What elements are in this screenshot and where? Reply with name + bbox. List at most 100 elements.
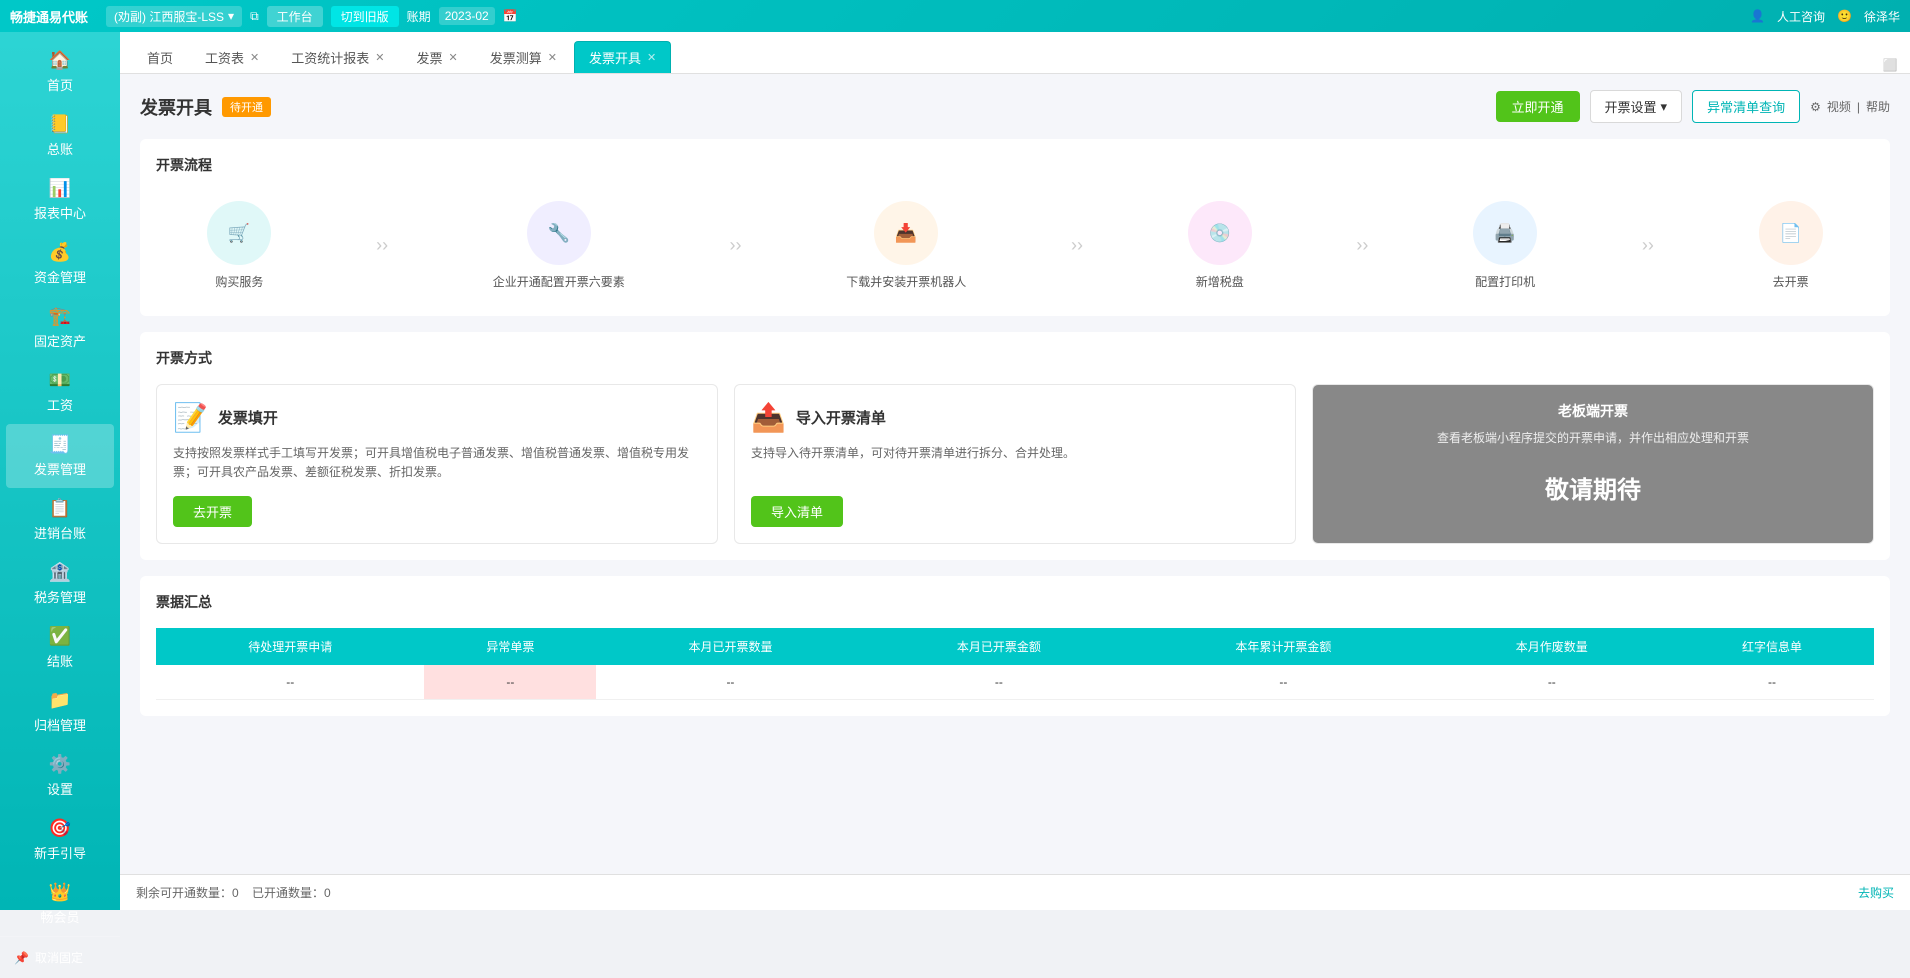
flow-arrow-3: ›› xyxy=(1071,235,1083,256)
tab-home[interactable]: 首页 xyxy=(132,41,188,73)
sidebar-label-invoice: 发票管理 xyxy=(34,459,86,478)
tab-invoice-tool[interactable]: 发票开具 ✕ xyxy=(574,41,671,73)
col-pending: 待处理开票申请 xyxy=(156,628,424,665)
cell-yearly-amount: -- xyxy=(1133,665,1434,700)
help-separator: | xyxy=(1857,100,1860,114)
tab-invoice-calc[interactable]: 发票测算 ✕ xyxy=(475,41,572,73)
sidebar-label-purchase: 进销台账 xyxy=(34,523,86,542)
company-selector[interactable]: (劝副) 江西服宝-LSS ▾ xyxy=(106,6,242,27)
sidebar-label-archive: 归档管理 xyxy=(34,715,86,734)
company-dropdown-icon: ▾ xyxy=(228,9,234,23)
tab-invoice-close[interactable]: ✕ xyxy=(449,51,458,64)
sidebar-item-reconcile[interactable]: ✅ 结账 xyxy=(6,616,114,680)
flow-step-download[interactable]: 📥 下载并安装开票机器人 xyxy=(846,201,966,290)
sidebar-label-tax: 税务管理 xyxy=(34,587,86,606)
summary-table: 待处理开票申请 异常单票 本月已开票数量 本月已开票金额 本年累计开票金额 本月… xyxy=(156,628,1874,700)
sidebar-item-purchase[interactable]: 📋 进销台账 xyxy=(6,488,114,552)
window-minimize-button[interactable]: — xyxy=(1860,57,1876,73)
video-help-label[interactable]: 视频 xyxy=(1827,98,1851,115)
sidebar: 🏠 首页 📒 总账 📊 报表中心 💰 资金管理 🏗️ 固定资产 💵 工资 🧾 发… xyxy=(0,32,120,910)
sidebar-item-home[interactable]: 🏠 首页 xyxy=(6,40,114,104)
flow-step-printer[interactable]: 🖨️ 配置打印机 xyxy=(1473,201,1537,290)
sidebar-item-member[interactable]: 👑 畅会员 xyxy=(6,872,114,936)
open-settings-button[interactable]: 开票设置 ▾ xyxy=(1590,90,1683,123)
pin-icon: 📌 xyxy=(14,951,29,965)
flow-arrow-1: ›› xyxy=(376,235,388,256)
sidebar-label-reconcile: 结账 xyxy=(47,651,73,670)
flow-step-config[interactable]: 🔧 企业开通配置开票六要素 xyxy=(493,201,625,290)
pin-label: 取消固定 xyxy=(35,949,83,966)
config-icon: 🔧 xyxy=(527,201,591,265)
tab-salary[interactable]: 工资表 ✕ xyxy=(190,41,274,73)
manual-card-header: 📝 发票填开 xyxy=(173,401,701,434)
sidebar-label-ledger: 总账 xyxy=(47,139,73,158)
old-terminal-desc: 查看老板端小程序提交的开票申请，并作出相应处理和开票 xyxy=(1437,429,1749,448)
cell-monthly-amount: -- xyxy=(865,665,1133,700)
abnormal-query-button[interactable]: 异常清单查询 xyxy=(1692,90,1800,123)
goto-buy-link[interactable]: 去购买 xyxy=(1858,884,1894,901)
main-content-area: 首页 工资表 ✕ 工资统计报表 ✕ 发票 ✕ 发票测算 ✕ 发票开具 ✕ xyxy=(120,32,1910,910)
import-card-desc: 支持导入待开票清单，可对待开票清单进行拆分、合并处理。 xyxy=(751,444,1279,484)
tab-invoice[interactable]: 发票 ✕ xyxy=(401,41,472,73)
sidebar-item-funds[interactable]: 💰 资金管理 xyxy=(6,232,114,296)
tab-bar: 首页 工资表 ✕ 工资统计报表 ✕ 发票 ✕ 发票测算 ✕ 发票开具 ✕ xyxy=(120,32,1910,74)
cell-abnormal: -- xyxy=(424,665,596,700)
sidebar-item-reports[interactable]: 📊 报表中心 xyxy=(6,168,114,232)
open-settings-label: 开票设置 xyxy=(1605,97,1657,116)
purchase-icon: 📋 xyxy=(49,498,71,519)
user-service-label[interactable]: 人工咨询 xyxy=(1777,8,1825,25)
flow-step-issue[interactable]: 📄 去开票 xyxy=(1759,201,1823,290)
import-card-icon: 📤 xyxy=(751,401,786,434)
col-monthly-count: 本月已开票数量 xyxy=(596,628,864,665)
summary-title: 票据汇总 xyxy=(156,592,1874,612)
tab-invoice-calc-close[interactable]: ✕ xyxy=(548,51,557,64)
workspace-button[interactable]: 工作台 xyxy=(267,6,323,27)
pin-toggle[interactable]: 📌 取消固定 xyxy=(0,945,120,970)
cell-void-count: -- xyxy=(1434,665,1670,700)
flow-steps: 🛒 购买服务 ›› 🔧 企业开通配置开票六要素 xyxy=(156,191,1874,300)
sidebar-label-reports: 报表中心 xyxy=(34,203,86,222)
period-value[interactable]: 2023-02 xyxy=(439,7,495,25)
invoice-icon: 🧾 xyxy=(49,434,71,455)
calendar-icon[interactable]: 📅 xyxy=(503,9,518,23)
switch-old-button[interactable]: 切到旧版 xyxy=(331,6,399,27)
flow-step-taxdisk[interactable]: 💿 新增税盘 xyxy=(1188,201,1252,290)
tab-salary-label: 工资表 xyxy=(205,48,244,67)
window-maximize-button[interactable]: ⬜ xyxy=(1882,57,1898,73)
sidebar-item-invoice[interactable]: 🧾 发票管理 xyxy=(6,424,114,488)
sidebar-item-tax[interactable]: 🏦 税务管理 xyxy=(6,552,114,616)
tab-salary-report-label: 工资统计报表 xyxy=(291,48,369,67)
flow-step-buy[interactable]: 🛒 购买服务 xyxy=(207,201,271,290)
tab-salary-close[interactable]: ✕ xyxy=(250,51,259,64)
tab-salary-report[interactable]: 工资统计报表 ✕ xyxy=(276,41,399,73)
tab-invoice-tool-close[interactable]: ✕ xyxy=(647,51,656,64)
top-bar-right: 👤 人工咨询 🙂 徐泽华 xyxy=(1750,8,1900,25)
help-links: ⚙ 视频 | 帮助 xyxy=(1810,98,1890,115)
help-label[interactable]: 帮助 xyxy=(1866,98,1890,115)
sidebar-item-settings[interactable]: ⚙️ 设置 xyxy=(6,744,114,808)
tab-salary-report-close[interactable]: ✕ xyxy=(375,51,384,64)
sidebar-item-archive[interactable]: 📁 归档管理 xyxy=(6,680,114,744)
svg-text:💿: 💿 xyxy=(1208,222,1230,244)
sidebar-item-ledger[interactable]: 📒 总账 xyxy=(6,104,114,168)
manual-go-button[interactable]: 去开票 xyxy=(173,496,252,527)
old-terminal-card: 老板端开票 查看老板端小程序提交的开票申请，并作出相应处理和开票 敬请期待 xyxy=(1312,384,1874,544)
archive-icon: 📁 xyxy=(49,690,71,711)
guide-icon: 🎯 xyxy=(49,818,71,839)
printer-icon: 🖨️ xyxy=(1473,201,1537,265)
import-card-header: 📤 导入开票清单 xyxy=(751,401,1279,434)
import-billing-card: 📤 导入开票清单 支持导入待开票清单，可对待开票清单进行拆分、合并处理。 导入清… xyxy=(734,384,1296,544)
sidebar-item-assets[interactable]: 🏗️ 固定资产 xyxy=(6,296,114,360)
sidebar-item-guide[interactable]: 🎯 新手引导 xyxy=(6,808,114,872)
copy-icon[interactable]: ⧉ xyxy=(250,9,259,24)
sidebar-label-home: 首页 xyxy=(47,75,73,94)
sidebar-label-settings: 设置 xyxy=(47,779,73,798)
old-terminal-overlay-text: 敬请期待 xyxy=(1545,470,1641,505)
open-now-button[interactable]: 立即开通 xyxy=(1496,91,1580,122)
col-red-info: 红字信息单 xyxy=(1670,628,1874,665)
sidebar-item-payroll[interactable]: 💵 工资 xyxy=(6,360,114,424)
sidebar-label-assets: 固定资产 xyxy=(34,331,86,350)
summary-section: 票据汇总 待处理开票申请 异常单票 本月已开票数量 本月已开票金额 本年累计开票… xyxy=(140,576,1890,716)
import-go-button[interactable]: 导入清单 xyxy=(751,496,843,527)
svg-text:🖨️: 🖨️ xyxy=(1494,222,1516,243)
